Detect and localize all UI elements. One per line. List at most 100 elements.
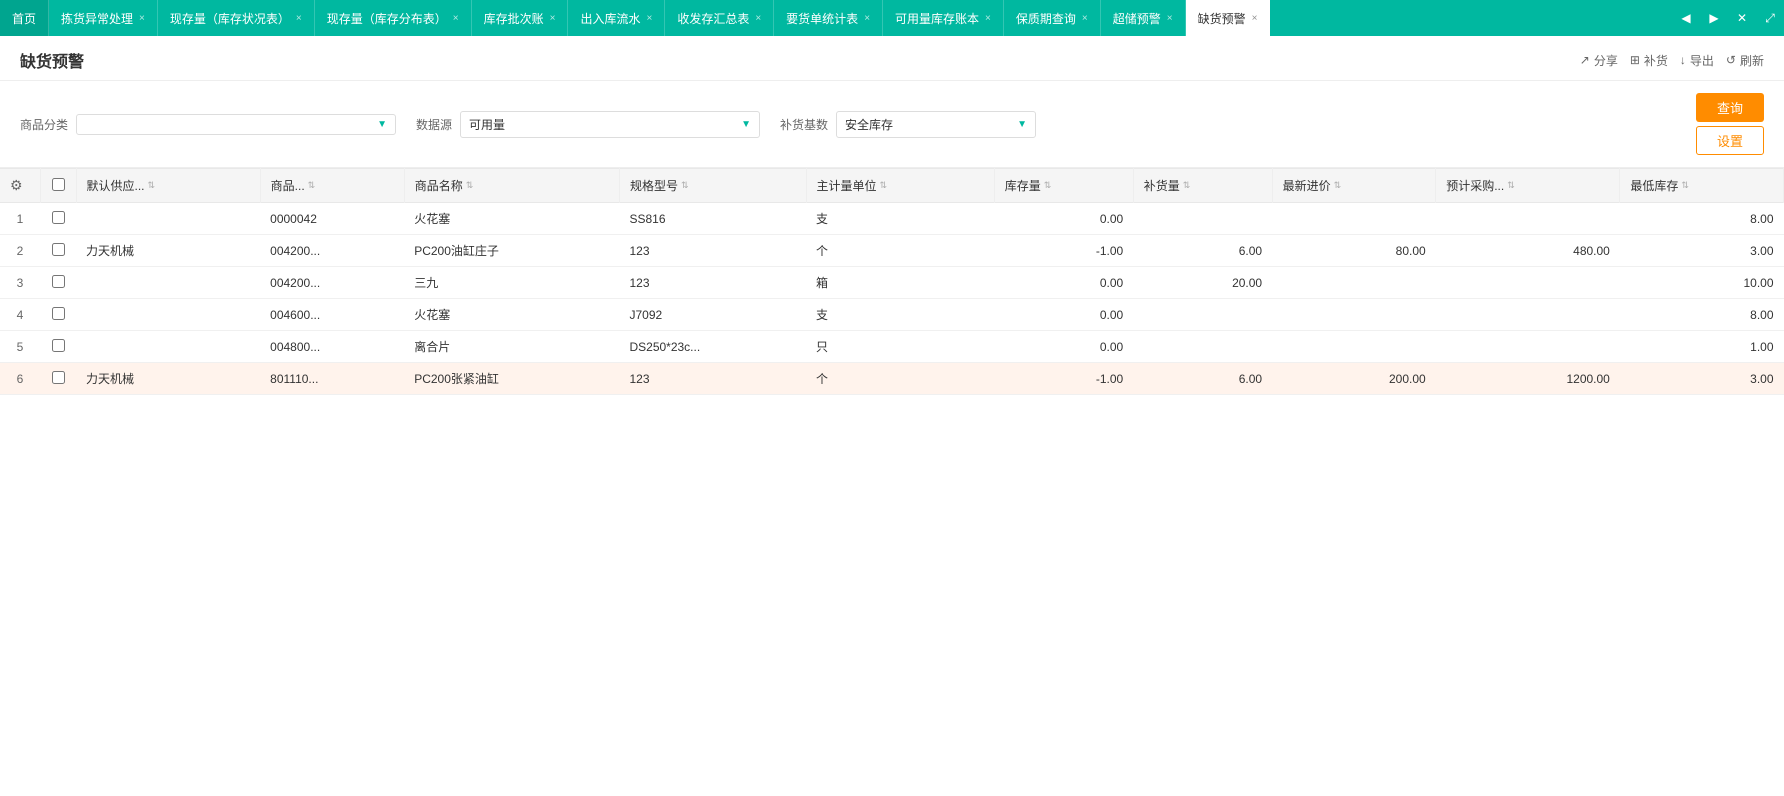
nav-tab-inventory-dist[interactable]: 现存量（库存分布表）× [315, 0, 472, 36]
row-check-1[interactable] [40, 203, 76, 235]
category-select[interactable]: ▼ [76, 114, 396, 135]
row-stock-6: -1.00 [994, 363, 1133, 395]
col-spec-sort[interactable]: ⇅ [681, 180, 689, 191]
row-stock-1: 0.00 [994, 203, 1133, 235]
table-row: 5 004800... 离合片 DS250*23c... 只 0.00 1.00 [0, 331, 1784, 363]
replenish-btn[interactable]: ⊞ 补货 [1630, 52, 1668, 69]
row-latest-price-6: 200.00 [1272, 363, 1436, 395]
nav-fullscreen-btn[interactable]: ⤢ [1756, 0, 1784, 36]
row-sku-name-1: 火花塞 [404, 203, 619, 235]
datasource-value: 可用量 [469, 116, 505, 133]
nav-tab-demand-stats[interactable]: 要货单统计表× [774, 0, 883, 36]
table-header-row: ⚙ 默认供应...⇅ 商品...⇅ 商品名称⇅ 规格型号⇅ [0, 169, 1784, 203]
col-replenish-qty-sort[interactable]: ⇅ [1183, 180, 1191, 191]
share-label: 分享 [1594, 52, 1618, 69]
nav-tab-close-in-out-flow[interactable]: × [646, 13, 652, 24]
nav-tab-close-batch-ledger[interactable]: × [550, 13, 556, 24]
nav-tab-overstock[interactable]: 超储预警× [1101, 0, 1186, 36]
col-sku-code-sort[interactable]: ⇅ [308, 180, 316, 191]
col-supplier-sort[interactable]: ⇅ [148, 180, 156, 191]
row-check-3[interactable] [40, 267, 76, 299]
row-stock-4: 0.00 [994, 299, 1133, 331]
refresh-btn[interactable]: ↺ 刷新 [1726, 52, 1764, 69]
nav-tab-close-expiry-query[interactable]: × [1082, 13, 1088, 24]
table-row: 6 力天机械 801110... PC200张紧油缸 123 个 -1.00 6… [0, 363, 1784, 395]
nav-tab-close-collect-send[interactable]: × [755, 13, 761, 24]
row-unit-1: 支 [806, 203, 994, 235]
page-area: 缺货预警 ↗ 分享 ⊞ 补货 ↓ 导出 ↺ 刷新 商品分类 [0, 36, 1784, 796]
row-est-purchase-3 [1436, 267, 1620, 299]
datasource-select[interactable]: 可用量 ▼ [460, 111, 760, 138]
col-sku-name-sort[interactable]: ⇅ [466, 180, 474, 191]
replenish-base-dropdown-icon: ▼ [1017, 119, 1027, 130]
row-check-5[interactable] [40, 331, 76, 363]
row-sku-name-5: 离合片 [404, 331, 619, 363]
col-spec-label: 规格型号 [630, 177, 678, 194]
share-btn[interactable]: ↗ 分享 [1580, 52, 1618, 69]
replenish-base-select[interactable]: 安全库存 ▼ [836, 111, 1036, 138]
row-check-4[interactable] [40, 299, 76, 331]
nav-tab-close-overstock[interactable]: × [1167, 13, 1173, 24]
nav-tab-inventory-status[interactable]: 现存量（库存状况表）× [158, 0, 315, 36]
nav-tab-exception[interactable]: 拣货异常处理× [49, 0, 158, 36]
nav-close-btn[interactable]: ✕ [1728, 0, 1756, 36]
nav-tab-in-out-flow[interactable]: 出入库流水× [568, 0, 665, 36]
export-btn[interactable]: ↓ 导出 [1680, 52, 1714, 69]
row-supplier-1 [76, 203, 260, 235]
row-latest-price-2: 80.00 [1272, 235, 1436, 267]
nav-tab-close-inventory-dist[interactable]: × [453, 13, 459, 24]
nav-tab-batch-ledger[interactable]: 库存批次账× [472, 0, 569, 36]
row-num-6: 6 [0, 363, 40, 395]
row-unit-5: 只 [806, 331, 994, 363]
col-unit-sort[interactable]: ⇅ [880, 180, 888, 191]
col-est-purchase-sort[interactable]: ⇅ [1507, 180, 1515, 191]
col-gear: ⚙ [0, 169, 40, 203]
row-num-2: 2 [0, 235, 40, 267]
settings-button[interactable]: 设置 [1696, 126, 1764, 155]
category-filter-group: 商品分类 ▼ [20, 114, 396, 135]
row-check-6[interactable] [40, 363, 76, 395]
query-button[interactable]: 查询 [1696, 93, 1764, 122]
col-stock-sort[interactable]: ⇅ [1044, 180, 1052, 191]
nav-tab-home[interactable]: 首页 [0, 0, 49, 36]
col-latest-price-sort[interactable]: ⇅ [1334, 180, 1342, 191]
nav-prev-btn[interactable]: ◀ [1672, 0, 1700, 36]
col-sku-code-label: 商品... [271, 177, 305, 194]
col-sku-name: 商品名称⇅ [404, 169, 619, 203]
row-sku-name-2: PC200油缸庄子 [404, 235, 619, 267]
page-header: 缺货预警 ↗ 分享 ⊞ 补货 ↓ 导出 ↺ 刷新 [0, 36, 1784, 81]
category-label: 商品分类 [20, 116, 68, 133]
col-min-stock-label: 最低库存 [1630, 177, 1678, 194]
row-num-5: 5 [0, 331, 40, 363]
row-sku-code-2: 004200... [260, 235, 404, 267]
row-unit-4: 支 [806, 299, 994, 331]
nav-tab-close-shortage[interactable]: × [1252, 13, 1258, 24]
col-sku-code: 商品...⇅ [260, 169, 404, 203]
nav-next-btn[interactable]: ▶ [1700, 0, 1728, 36]
datasource-filter-group: 数据源 可用量 ▼ [416, 111, 760, 138]
row-latest-price-4 [1272, 299, 1436, 331]
nav-tab-available-ledger[interactable]: 可用量库存账本× [883, 0, 1004, 36]
nav-tab-expiry-query[interactable]: 保质期查询× [1004, 0, 1101, 36]
col-est-purchase-label: 预计采购... [1446, 177, 1504, 194]
nav-arrows: ◀ ▶ ✕ ⤢ [1672, 0, 1784, 36]
nav-tab-collect-send[interactable]: 收发存汇总表× [665, 0, 774, 36]
nav-tab-close-inventory-status[interactable]: × [296, 13, 302, 24]
row-supplier-4 [76, 299, 260, 331]
check-all-checkbox[interactable] [52, 178, 65, 191]
nav-tab-shortage[interactable]: 缺货预警× [1186, 0, 1271, 36]
nav-tab-close-available-ledger[interactable]: × [985, 13, 991, 24]
row-num-3: 3 [0, 267, 40, 299]
nav-tab-close-exception[interactable]: × [139, 13, 145, 24]
col-check-all [40, 169, 76, 203]
row-spec-1: SS816 [619, 203, 806, 235]
replenish-icon: ⊞ [1630, 53, 1640, 67]
gear-icon[interactable]: ⚙ [10, 177, 23, 193]
nav-tab-close-demand-stats[interactable]: × [864, 13, 870, 24]
col-unit-label: 主计量单位 [817, 177, 877, 194]
row-replenish-qty-3: 20.00 [1133, 267, 1272, 299]
col-min-stock-sort[interactable]: ⇅ [1681, 180, 1689, 191]
filter-bar: 商品分类 ▼ 数据源 可用量 ▼ 补货基数 安全库存 ▼ 查询 设置 [0, 81, 1784, 168]
col-sku-name-label: 商品名称 [415, 177, 463, 194]
row-check-2[interactable] [40, 235, 76, 267]
